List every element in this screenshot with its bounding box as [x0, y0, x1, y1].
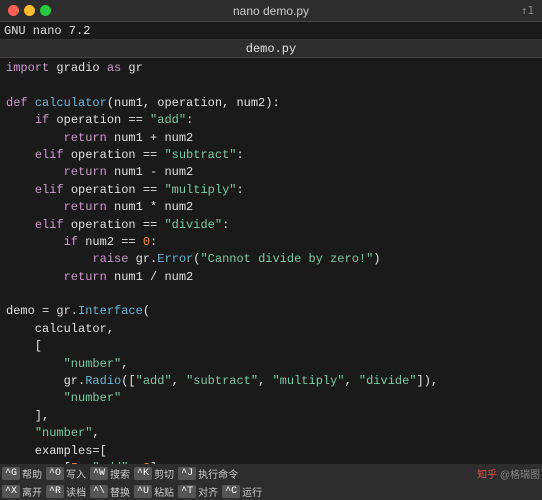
corner-indicator: ↑1	[521, 4, 534, 17]
shortcut-label-search: 搜索	[110, 466, 130, 481]
shortcut-label-read: 读档	[66, 484, 86, 499]
code-line-13: return num1 / num2	[6, 269, 536, 286]
code-line-10: elif operation == "divide":	[6, 217, 536, 234]
nano-version-bar: GNU nano 7.2	[0, 22, 542, 40]
shortcut-exec: ^J 执行命令	[178, 466, 238, 481]
shortcut-write: ^O 写入	[46, 466, 86, 481]
code-line-12: raise gr.Error("Cannot divide by zero!")	[6, 251, 536, 268]
code-line-8: elif operation == "multiply":	[6, 182, 536, 199]
watermark-text: @格瑞图	[500, 470, 540, 481]
code-line-18: "number",	[6, 356, 536, 373]
code-line-17: [	[6, 338, 536, 355]
code-area[interactable]: import gradio as gr def calculator(num1,…	[0, 58, 542, 464]
watermark: 知乎 @格瑞图	[477, 466, 540, 481]
shortcut-key-replace: ^\	[90, 485, 108, 498]
traffic-lights	[8, 5, 51, 16]
terminal-window: nano demo.py ↑1 GNU nano 7.2 demo.py imp…	[0, 0, 542, 500]
shortcut-replace: ^\ 替换	[90, 484, 130, 499]
shortcut-key-write: ^O	[46, 467, 64, 480]
code-line-11: if num2 == 0:	[6, 234, 536, 251]
title-bar: nano demo.py ↑1	[0, 0, 542, 22]
shortcut-key-run: ^C	[222, 485, 240, 498]
shortcut-label-replace: 替换	[110, 484, 130, 499]
shortcut-align: ^T 对齐	[178, 484, 218, 499]
shortcut-paste: ^U 粘贴	[134, 484, 174, 499]
close-button[interactable]	[8, 5, 19, 16]
shortcut-label-help: 帮助	[22, 466, 42, 481]
shortcut-label-paste: 粘贴	[154, 484, 174, 499]
code-line-22: "number",	[6, 425, 536, 442]
shortcut-key-cut: ^K	[134, 467, 152, 480]
code-line-19: gr.Radio(["add", "subtract", "multiply",…	[6, 373, 536, 390]
shortcut-key-paste: ^U	[134, 485, 152, 498]
watermark-icon: 知乎	[477, 470, 497, 481]
shortcut-exit: ^X 离开	[2, 484, 42, 499]
nano-version: GNU nano 7.2	[4, 24, 90, 38]
code-line-1: import gradio as gr	[6, 60, 536, 77]
shortcut-run: ^C 运行	[222, 484, 262, 499]
code-line-21: ],	[6, 408, 536, 425]
shortcut-read: ^R 读档	[46, 484, 86, 499]
code-line-2	[6, 77, 536, 94]
shortcut-key-exec: ^J	[178, 467, 196, 480]
shortcut-help: ^G 帮助	[2, 466, 42, 481]
shortcut-label-write: 写入	[66, 466, 86, 481]
shortcut-key-help: ^G	[2, 467, 20, 480]
shortcut-bar-1: ^G 帮助 ^O 写入 ^W 搜索 ^K 剪切 ^J 执行命令 知乎 @格瑞图	[0, 464, 542, 482]
code-line-4: if operation == "add":	[6, 112, 536, 129]
shortcut-key-exit: ^X	[2, 485, 20, 498]
code-line-20: "number"	[6, 390, 536, 407]
window-title: nano demo.py	[233, 4, 309, 18]
code-line-15: demo = gr.Interface(	[6, 303, 536, 320]
shortcut-key-read: ^R	[46, 485, 64, 498]
shortcut-bar-2: ^X 离开 ^R 读档 ^\ 替换 ^U 粘贴 ^T 对齐 ^C 运行	[0, 482, 542, 500]
code-line-5: return num1 + num2	[6, 130, 536, 147]
file-tab[interactable]: demo.py	[238, 42, 304, 56]
shortcut-label-cut: 剪切	[154, 466, 174, 481]
file-tab-bar: demo.py	[0, 40, 542, 58]
shortcut-label-exit: 离开	[22, 484, 42, 499]
shortcut-label-exec: 执行命令	[198, 466, 238, 481]
shortcut-key-search: ^W	[90, 467, 108, 480]
shortcut-search: ^W 搜索	[90, 466, 130, 481]
maximize-button[interactable]	[40, 5, 51, 16]
code-line-16: calculator,	[6, 321, 536, 338]
code-line-23: examples=[	[6, 443, 536, 460]
code-line-14	[6, 286, 536, 303]
code-line-7: return num1 - num2	[6, 164, 536, 181]
minimize-button[interactable]	[24, 5, 35, 16]
shortcut-key-align: ^T	[178, 485, 196, 498]
code-line-9: return num1 * num2	[6, 199, 536, 216]
code-line-3: def calculator(num1, operation, num2):	[6, 95, 536, 112]
shortcut-cut: ^K 剪切	[134, 466, 174, 481]
shortcut-label-align: 对齐	[198, 484, 218, 499]
code-line-6: elif operation == "subtract":	[6, 147, 536, 164]
shortcut-label-run: 运行	[242, 484, 262, 499]
